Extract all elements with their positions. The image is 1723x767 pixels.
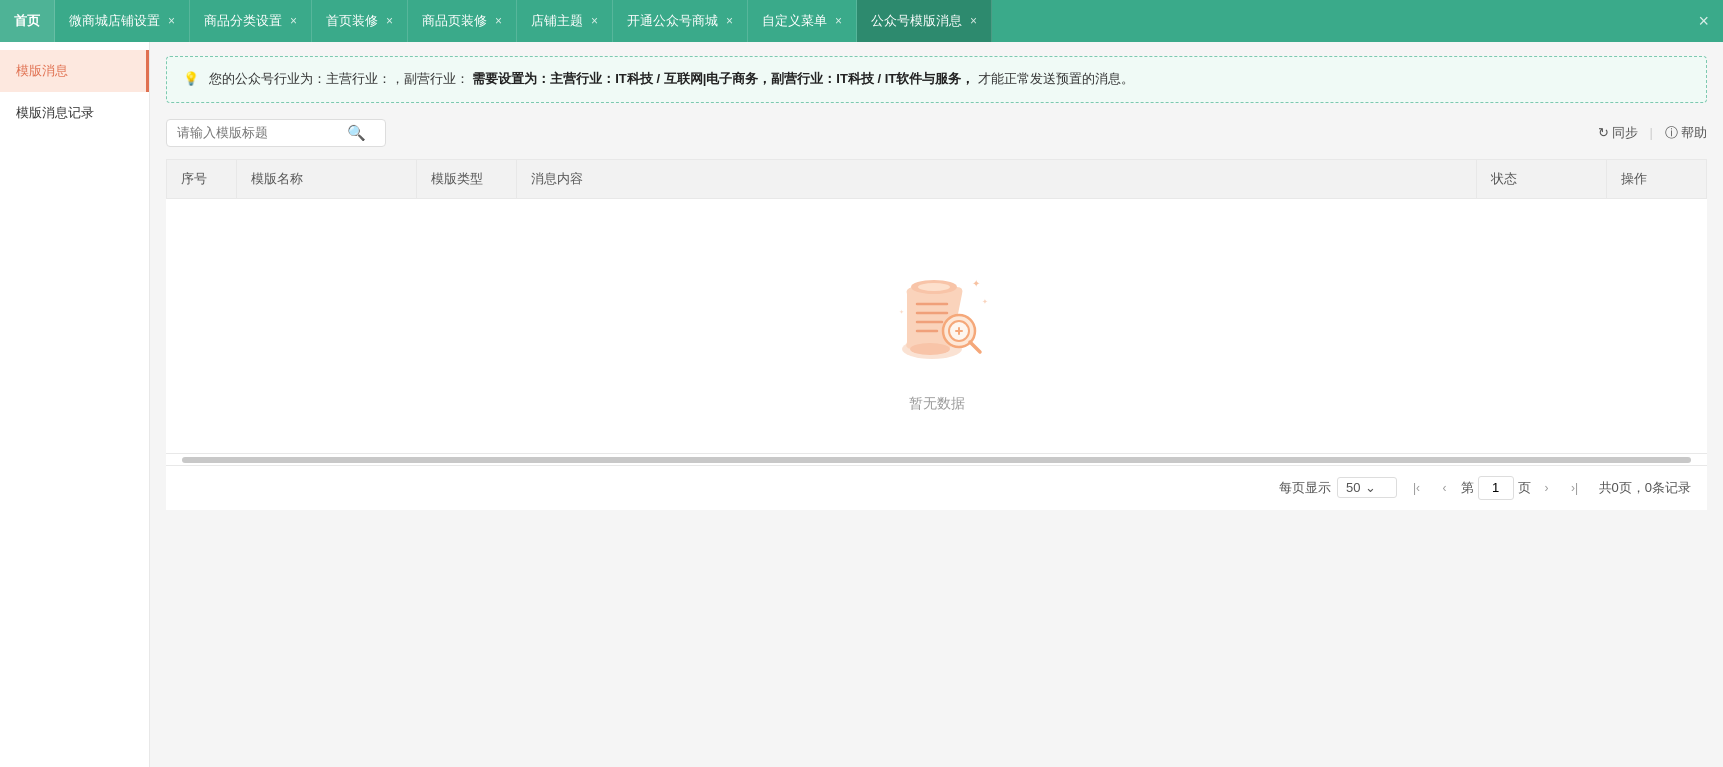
svg-text:✦: ✦ bbox=[982, 298, 988, 305]
product-decor-label: 商品页装修 bbox=[422, 12, 487, 30]
sidebar-item-template-msg[interactable]: 模版消息 bbox=[0, 50, 149, 92]
home-label: 首页 bbox=[14, 12, 40, 30]
close-all-button[interactable]: × bbox=[1684, 11, 1723, 32]
close-product-decor-icon[interactable]: × bbox=[495, 14, 502, 28]
sidebar-item-template-msg-log[interactable]: 模版消息记录 bbox=[0, 92, 149, 134]
content-area: 💡 您的公众号行业为：主营行业：，副营行业： 需要设置为：主营行业：IT科技 /… bbox=[150, 42, 1723, 767]
notice-icon: 💡 bbox=[183, 71, 199, 86]
custom-menu-label: 自定义菜单 bbox=[762, 12, 827, 30]
col-name: 模版名称 bbox=[237, 159, 417, 198]
svg-text:✦: ✦ bbox=[972, 278, 980, 289]
close-store-theme-icon[interactable]: × bbox=[591, 14, 598, 28]
nav-tab-category-settings[interactable]: 商品分类设置 × bbox=[190, 0, 312, 42]
col-seq: 序号 bbox=[167, 159, 237, 198]
pagination-row: 每页显示 50 ⌄ |‹ ‹ 第 页 › ›| 共0页，0条记录 bbox=[166, 465, 1707, 510]
col-status: 状态 bbox=[1477, 159, 1607, 198]
notice-banner: 💡 您的公众号行业为：主营行业：，副营行业： 需要设置为：主营行业：IT科技 /… bbox=[166, 56, 1707, 103]
svg-line-10 bbox=[970, 342, 980, 352]
first-page-button[interactable]: |‹ bbox=[1405, 476, 1429, 500]
search-icon[interactable]: 🔍 bbox=[347, 124, 366, 142]
top-nav: 首页 微商城店铺设置 × 商品分类设置 × 首页装修 × 商品页装修 × 店铺主… bbox=[0, 0, 1723, 42]
store-theme-label: 店铺主题 bbox=[531, 12, 583, 30]
search-input-wrap[interactable]: 🔍 bbox=[166, 119, 386, 147]
nav-tab-home[interactable]: 首页 bbox=[0, 0, 55, 42]
per-page-label: 每页显示 bbox=[1279, 479, 1331, 497]
col-content: 消息内容 bbox=[517, 159, 1477, 198]
close-custom-menu-icon[interactable]: × bbox=[835, 14, 842, 28]
open-mall-label: 开通公众号商城 bbox=[627, 12, 718, 30]
toolbar-right: ↻ 同步 | ⓘ 帮助 bbox=[1598, 124, 1707, 142]
prev-page-button[interactable]: ‹ bbox=[1433, 476, 1457, 500]
table-header-row: 序号 模版名称 模版类型 消息内容 状态 操作 bbox=[167, 159, 1707, 198]
nav-tab-product-decor[interactable]: 商品页装修 × bbox=[408, 0, 517, 42]
empty-illustration: ✦ ✦ ✦ bbox=[877, 259, 997, 379]
search-row: 🔍 ↻ 同步 | ⓘ 帮助 bbox=[166, 119, 1707, 147]
nav-tab-store-theme[interactable]: 店铺主题 × bbox=[517, 0, 613, 42]
nav-tab-template-msg[interactable]: 公众号模版消息 × bbox=[857, 0, 992, 42]
nav-tab-home-decor[interactable]: 首页装修 × bbox=[312, 0, 408, 42]
col-type: 模版类型 bbox=[417, 159, 517, 198]
help-button[interactable]: ⓘ 帮助 bbox=[1665, 124, 1707, 142]
help-icon: ⓘ bbox=[1665, 124, 1678, 142]
notice-suffix: 才能正常发送预置的消息。 bbox=[978, 71, 1134, 86]
toolbar-divider: | bbox=[1650, 125, 1653, 140]
page-unit-label: 页 bbox=[1518, 479, 1531, 497]
per-page-value: 50 bbox=[1346, 480, 1360, 495]
nav-tab-custom-menu[interactable]: 自定义菜单 × bbox=[748, 0, 857, 42]
sidebar: 模版消息 模版消息记录 bbox=[0, 42, 150, 767]
home-decor-label: 首页装修 bbox=[326, 12, 378, 30]
per-page-select: 每页显示 50 ⌄ bbox=[1279, 477, 1396, 498]
last-page-button[interactable]: ›| bbox=[1563, 476, 1587, 500]
empty-state: ✦ ✦ ✦ 暂无数据 bbox=[166, 199, 1707, 453]
template-msg-label: 公众号模版消息 bbox=[871, 12, 962, 30]
svg-text:✦: ✦ bbox=[899, 309, 904, 315]
store-settings-label: 微商城店铺设置 bbox=[69, 12, 160, 30]
nav-tab-store-settings[interactable]: 微商城店铺设置 × bbox=[55, 0, 190, 42]
page-nav: |‹ ‹ 第 页 › ›| bbox=[1405, 476, 1587, 500]
sync-label: 同步 bbox=[1612, 124, 1638, 142]
sync-button[interactable]: ↻ 同步 bbox=[1598, 124, 1638, 142]
scrollbar-track[interactable] bbox=[182, 457, 1691, 463]
close-template-msg-icon[interactable]: × bbox=[970, 14, 977, 28]
close-store-settings-icon[interactable]: × bbox=[168, 14, 175, 28]
total-info: 共0页，0条记录 bbox=[1599, 479, 1691, 497]
close-open-mall-icon[interactable]: × bbox=[726, 14, 733, 28]
col-action: 操作 bbox=[1607, 159, 1707, 198]
svg-point-3 bbox=[910, 343, 950, 355]
notice-prefix: 您的公众号行业为：主营行业：，副营行业： bbox=[209, 71, 469, 86]
page-number-input[interactable] bbox=[1478, 476, 1514, 500]
close-category-settings-icon[interactable]: × bbox=[290, 14, 297, 28]
notice-highlight: 需要设置为：主营行业：IT科技 / 互联网|电子商务，副营行业：IT科技 / I… bbox=[472, 71, 974, 86]
category-settings-label: 商品分类设置 bbox=[204, 12, 282, 30]
page-prefix-label: 第 bbox=[1461, 479, 1474, 497]
main-layout: 模版消息 模版消息记录 💡 您的公众号行业为：主营行业：，副营行业： 需要设置为… bbox=[0, 42, 1723, 767]
data-table: 序号 模版名称 模版类型 消息内容 状态 操作 bbox=[166, 159, 1707, 199]
scrollbar-row[interactable] bbox=[166, 453, 1707, 465]
chevron-down-icon: ⌄ bbox=[1365, 480, 1376, 495]
help-label: 帮助 bbox=[1681, 124, 1707, 142]
nav-tab-open-mall[interactable]: 开通公众号商城 × bbox=[613, 0, 748, 42]
next-page-button[interactable]: › bbox=[1535, 476, 1559, 500]
close-home-decor-icon[interactable]: × bbox=[386, 14, 393, 28]
empty-text: 暂无数据 bbox=[909, 395, 965, 413]
svg-point-2 bbox=[918, 283, 950, 291]
search-input[interactable] bbox=[177, 125, 347, 140]
sync-icon: ↻ bbox=[1598, 125, 1609, 140]
per-page-dropdown[interactable]: 50 ⌄ bbox=[1337, 477, 1396, 498]
